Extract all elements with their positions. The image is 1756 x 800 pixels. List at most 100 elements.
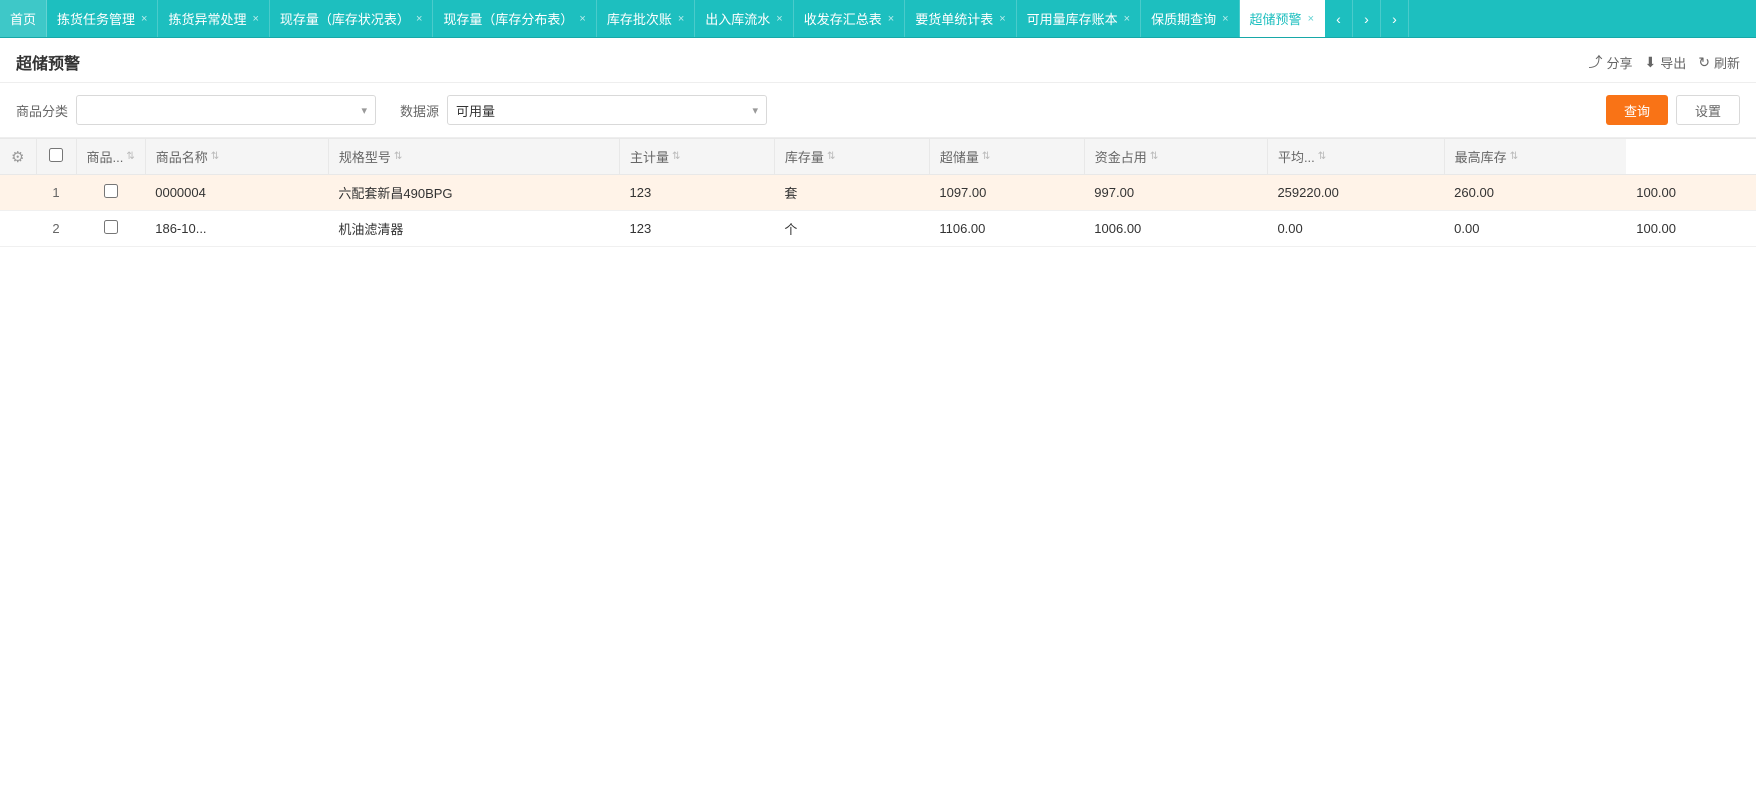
row-checkbox[interactable] [104, 184, 118, 198]
th-spec[interactable]: 规格型号 ⇅ [328, 139, 619, 175]
filter-right-actions: 查询 设置 [1606, 95, 1740, 125]
category-select[interactable]: ▾ [76, 95, 376, 125]
row-overstock: 997.00 [1084, 175, 1267, 211]
nav-tab-batch-close[interactable]: × [678, 13, 684, 25]
th-maxstock-sort-icon: ⇅ [1510, 151, 1518, 162]
nav-tab-home-label: 首页 [10, 9, 36, 28]
nav-tab-stock-dist[interactable]: 现存量（库存分布表） × [433, 0, 596, 38]
table-header-row: ⚙ 商品... ⇅ 商品名称 ⇅ [0, 139, 1756, 175]
export-button[interactable]: ⬇ 导出 [1645, 53, 1687, 72]
nav-prev-arrow[interactable]: ‹ [1325, 0, 1353, 38]
th-unit-sort-icon: ⇅ [672, 151, 680, 162]
export-icon: ⬇ [1645, 54, 1657, 71]
nav-tab-available[interactable]: 可用量库存账本 × [1017, 0, 1141, 38]
refresh-button[interactable]: ↻ 刷新 [1698, 53, 1740, 72]
nav-tab-order-stat[interactable]: 要货单统计表 × [905, 0, 1016, 38]
nav-tab-overstock[interactable]: 超储预警 × [1240, 0, 1325, 38]
th-code-sort-icon: ⇅ [126, 151, 134, 162]
data-table: ⚙ 商品... ⇅ 商品名称 ⇅ [0, 138, 1756, 247]
share-icon: ⤴ [1588, 52, 1602, 72]
th-capital-sort-icon: ⇅ [1150, 151, 1158, 162]
row-checkbox[interactable] [104, 220, 118, 234]
th-avg[interactable]: 平均... ⇅ [1267, 139, 1444, 175]
share-button[interactable]: ⤴ 分享 [1588, 52, 1632, 72]
th-overstock[interactable]: 超储量 ⇅ [929, 139, 1084, 175]
nav-tab-overstock-close[interactable]: × [1308, 13, 1314, 25]
query-button[interactable]: 查询 [1606, 95, 1668, 125]
th-name-sort-icon: ⇅ [211, 151, 219, 162]
settings-button[interactable]: 设置 [1676, 95, 1740, 125]
table-row: 1 0000004 六配套新昌490BPG 123 套 1097.00 997.… [0, 175, 1756, 211]
nav-tab-pick-task[interactable]: 拣货任务管理 × [47, 0, 158, 38]
row-checkbox-cell [76, 211, 145, 247]
row-checkbox-cell [76, 175, 145, 211]
row-maxstock: 100.00 [1626, 175, 1756, 211]
row-code: 186-10... [145, 211, 328, 247]
nav-tab-inout-label: 出入库流水 [705, 9, 770, 28]
row-capital: 0.00 [1267, 211, 1444, 247]
table-settings-icon[interactable]: ⚙ [11, 149, 24, 166]
nav-tab-stock-dist-close[interactable]: × [579, 13, 585, 25]
th-stock[interactable]: 库存量 ⇅ [774, 139, 929, 175]
refresh-icon: ↻ [1698, 54, 1710, 71]
nav-tab-expiry[interactable]: 保质期查询 × [1141, 0, 1239, 38]
nav-tab-pick-exception[interactable]: 拣货异常处理 × [158, 0, 269, 38]
table-body: 1 0000004 六配套新昌490BPG 123 套 1097.00 997.… [0, 175, 1756, 247]
nav-tab-pick-task-label: 拣货任务管理 [57, 9, 135, 28]
th-name[interactable]: 商品名称 ⇅ [145, 139, 328, 175]
th-avg-sort-icon: ⇅ [1318, 151, 1326, 162]
th-capital[interactable]: 资金占用 ⇅ [1084, 139, 1267, 175]
category-chevron-icon: ▾ [361, 104, 367, 117]
nav-tab-summary-close[interactable]: × [888, 13, 894, 25]
nav-tab-stock-status-label: 现存量（库存状况表） [280, 9, 410, 28]
export-label: 导出 [1660, 53, 1686, 72]
th-code[interactable]: 商品... ⇅ [76, 139, 145, 175]
th-stock-sort-icon: ⇅ [827, 151, 835, 162]
select-all-checkbox[interactable] [49, 148, 63, 162]
th-overstock-sort-icon: ⇅ [982, 151, 990, 162]
nav-tab-expiry-close[interactable]: × [1222, 13, 1228, 25]
th-unit[interactable]: 主计量 ⇅ [619, 139, 774, 175]
nav-tab-home[interactable]: 首页 [0, 0, 47, 38]
row-maxstock: 100.00 [1626, 211, 1756, 247]
nav-tab-inout[interactable]: 出入库流水 × [695, 0, 793, 38]
nav-tab-batch[interactable]: 库存批次账 × [597, 0, 695, 38]
nav-next-arrow[interactable]: › [1353, 0, 1381, 38]
row-index: 1 [36, 175, 76, 211]
th-gear: ⚙ [0, 139, 36, 175]
nav-tab-order-stat-close[interactable]: × [999, 13, 1005, 25]
nav-tab-order-stat-label: 要货单统计表 [915, 9, 993, 28]
row-gear-cell [0, 175, 36, 211]
row-capital: 259220.00 [1267, 175, 1444, 211]
nav-tab-available-close[interactable]: × [1124, 13, 1130, 25]
datasource-filter: 数据源 可用量 ▾ [400, 95, 767, 125]
datasource-select-value: 可用量 [456, 101, 495, 120]
datasource-select[interactable]: 可用量 ▾ [447, 95, 767, 125]
row-spec: 123 [619, 211, 774, 247]
nav-tab-pick-exception-label: 拣货异常处理 [168, 9, 246, 28]
th-spec-sort-icon: ⇅ [394, 151, 402, 162]
nav-more-arrow[interactable]: › [1381, 0, 1409, 38]
th-maxstock-label: 最高库存 [1455, 147, 1507, 166]
filter-area: 商品分类 ▾ 数据源 可用量 ▾ 查询 设置 [0, 83, 1756, 138]
row-stock: 1097.00 [929, 175, 1084, 211]
row-unit: 个 [774, 211, 929, 247]
nav-tab-stock-status-close[interactable]: × [416, 13, 422, 25]
row-spec: 123 [619, 175, 774, 211]
row-name: 机油滤清器 [328, 211, 619, 247]
nav-tab-pick-exception-close[interactable]: × [252, 13, 258, 25]
th-maxstock[interactable]: 最高库存 ⇅ [1444, 139, 1626, 175]
header-actions: ⤴ 分享 ⬇ 导出 ↻ 刷新 [1588, 52, 1740, 72]
nav-tab-inout-close[interactable]: × [776, 13, 782, 25]
refresh-label: 刷新 [1714, 53, 1740, 72]
th-capital-label: 资金占用 [1095, 147, 1147, 166]
page-title: 超储预警 [16, 50, 80, 74]
nav-tab-summary[interactable]: 收发存汇总表 × [794, 0, 905, 38]
nav-tab-pick-task-close[interactable]: × [141, 13, 147, 25]
row-avg: 0.00 [1444, 211, 1626, 247]
nav-tab-stock-dist-label: 现存量（库存分布表） [443, 9, 573, 28]
nav-tab-expiry-label: 保质期查询 [1151, 9, 1216, 28]
row-overstock: 1006.00 [1084, 211, 1267, 247]
nav-tab-stock-status[interactable]: 现存量（库存状况表） × [270, 0, 433, 38]
table-container: ⚙ 商品... ⇅ 商品名称 ⇅ [0, 138, 1756, 247]
